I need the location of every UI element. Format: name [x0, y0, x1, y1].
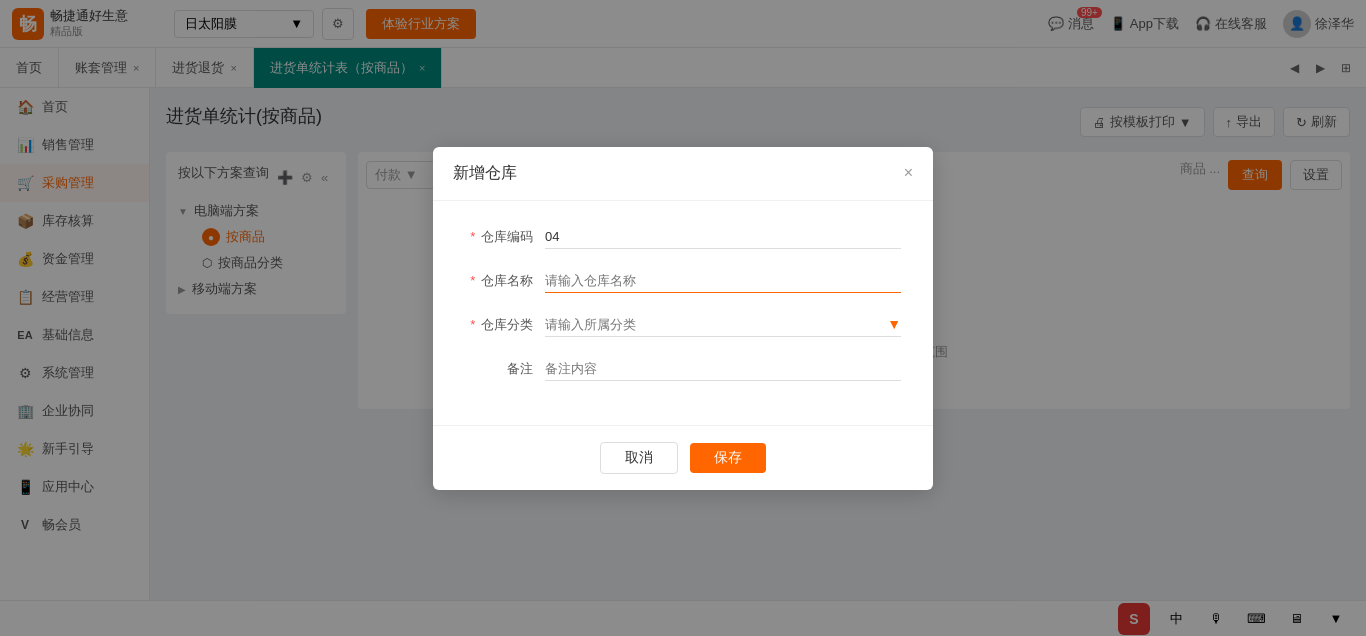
- form-row-code: * 仓库编码: [465, 225, 901, 249]
- required-star-code: *: [470, 229, 475, 244]
- modal-title: 新增仓库: [453, 163, 517, 184]
- required-star-name: *: [470, 273, 475, 288]
- form-row-name: * 仓库名称: [465, 269, 901, 293]
- note-input[interactable]: [545, 357, 901, 381]
- modal-footer: 取消 保存: [433, 425, 933, 490]
- form-row-note: 备注: [465, 357, 901, 381]
- add-warehouse-modal: 新增仓库 × * 仓库编码 * 仓库名称: [433, 147, 933, 490]
- name-label: * 仓库名称: [465, 272, 545, 290]
- modal-header: 新增仓库 ×: [433, 147, 933, 201]
- cancel-button[interactable]: 取消: [600, 442, 678, 474]
- save-button[interactable]: 保存: [690, 443, 766, 473]
- category-label: * 仓库分类: [465, 316, 545, 334]
- category-input[interactable]: [545, 313, 887, 336]
- modal-close-button[interactable]: ×: [904, 164, 913, 182]
- code-label: * 仓库编码: [465, 228, 545, 246]
- category-select-wrap: ▼: [545, 313, 901, 337]
- form-row-category: * 仓库分类 ▼: [465, 313, 901, 337]
- required-star-category: *: [470, 317, 475, 332]
- modal-body: * 仓库编码 * 仓库名称 * 仓库分类: [433, 201, 933, 425]
- code-input[interactable]: [545, 225, 901, 249]
- note-label: 备注: [465, 360, 545, 378]
- select-arrow-icon: ▼: [887, 316, 901, 332]
- name-input[interactable]: [545, 269, 901, 293]
- modal-overlay: 新增仓库 × * 仓库编码 * 仓库名称: [0, 0, 1366, 636]
